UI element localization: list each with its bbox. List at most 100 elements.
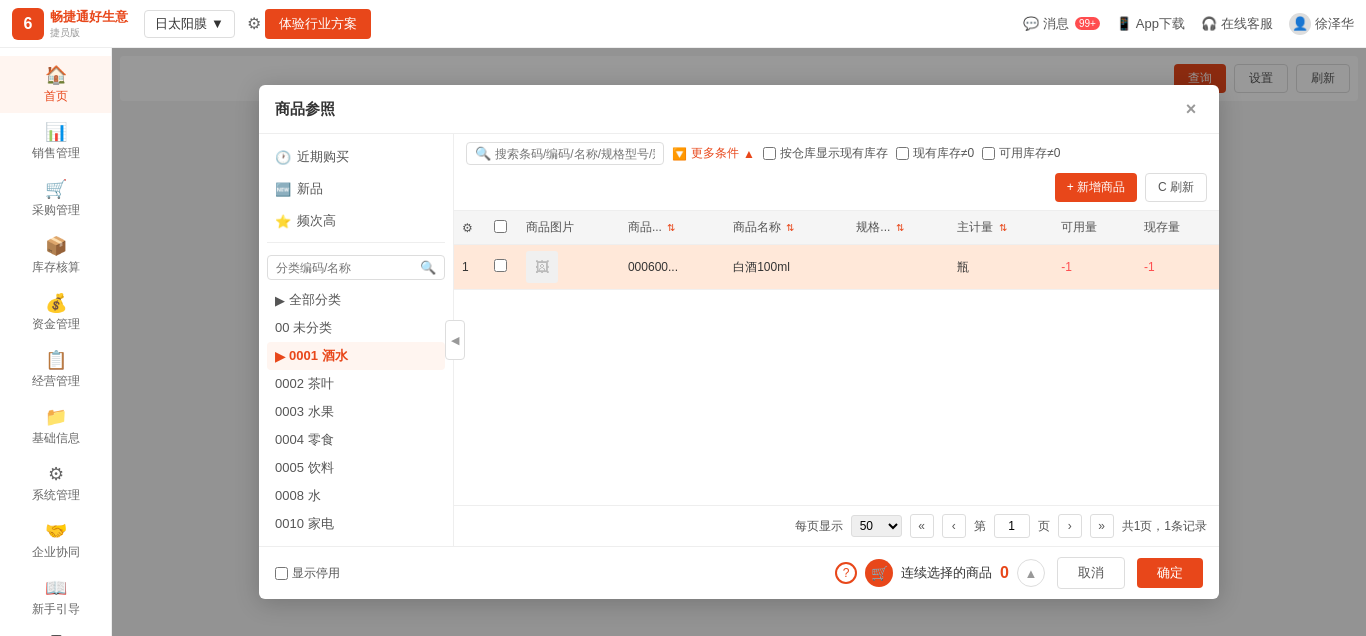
- show-disabled-checkbox[interactable]: [275, 567, 288, 580]
- sidebar-item-label: 企业协同: [32, 544, 80, 561]
- search-icon[interactable]: 🔍: [420, 260, 436, 275]
- refresh-button[interactable]: C 刷新: [1145, 173, 1207, 202]
- sidebar-item-sales[interactable]: 📊 销售管理: [0, 113, 111, 170]
- modal-toolbar: 🔍 🔽 更多条件 ▲ 按仓库显示现有库存: [454, 134, 1219, 211]
- col-settings[interactable]: ⚙: [454, 211, 486, 245]
- filter-icon: 🔽: [672, 147, 687, 161]
- modal-tab-frequent[interactable]: ⭐ 频次高: [267, 206, 445, 236]
- total-label: 共1页，1条记录: [1122, 518, 1207, 535]
- nav-dropdown[interactable]: 日太阳膜 ▼: [144, 10, 235, 38]
- nav-message[interactable]: 💬 消息 99+: [1023, 15, 1100, 33]
- confirm-button[interactable]: 确定: [1137, 558, 1203, 588]
- cell-unit: 瓶: [949, 245, 1053, 290]
- image-placeholder-icon: 🖼: [535, 259, 549, 275]
- tree-arrow-active: ▶: [275, 349, 285, 364]
- sidebar-item-purchase[interactable]: 🛒 采购管理: [0, 170, 111, 227]
- help-icon[interactable]: ?: [835, 562, 857, 584]
- tree-item-tea[interactable]: 0002 茶叶: [267, 370, 445, 398]
- table-settings-icon[interactable]: ⚙: [462, 221, 473, 235]
- modal-close-button[interactable]: ×: [1179, 97, 1203, 121]
- sidebar-item-home[interactable]: 🏠 首页: [0, 56, 111, 113]
- first-page-btn[interactable]: «: [910, 514, 934, 538]
- tree-item-all[interactable]: ▶ 全部分类: [267, 286, 445, 314]
- col-name[interactable]: 商品名称 ⇅: [725, 211, 848, 245]
- page-number-input[interactable]: [994, 514, 1030, 538]
- tree-item-appliance[interactable]: 0010 家电: [267, 510, 445, 538]
- cell-check[interactable]: [486, 245, 518, 290]
- tree-item-fruit[interactable]: 0003 水果: [267, 398, 445, 426]
- cell-name: 白酒100ml: [725, 245, 848, 290]
- modal-title: 商品参照: [275, 100, 335, 119]
- available-checkbox-label[interactable]: 可用库存≠0: [982, 145, 1060, 162]
- modal-right-panel: 🔍 🔽 更多条件 ▲ 按仓库显示现有库存: [454, 134, 1219, 546]
- nav-app-download[interactable]: 📱 App下载: [1116, 15, 1185, 33]
- tree-item-uncategorized[interactable]: 00 未分类: [267, 314, 445, 342]
- product-search-input[interactable]: [495, 147, 655, 161]
- select-all-checkbox[interactable]: [494, 220, 507, 233]
- table-row[interactable]: 1 🖼: [454, 245, 1219, 290]
- available-checkbox[interactable]: [982, 147, 995, 160]
- col-spec[interactable]: 规格... ⇅: [848, 211, 949, 245]
- sidebar-item-label: 库存核算: [32, 259, 80, 276]
- page-size-label: 每页显示: [795, 518, 843, 535]
- product-search-wrap[interactable]: 🔍: [466, 142, 664, 165]
- left-sidebar: 🏠 首页 📊 销售管理 🛒 采购管理 📦 库存核算 💰 资金管理 📋 经营管理 …: [0, 48, 112, 636]
- modal-tab-recent[interactable]: 🕐 近期购买: [267, 142, 445, 172]
- modal-left-search[interactable]: 🔍: [267, 255, 445, 280]
- new-icon: 🆕: [275, 182, 291, 197]
- cart-icon[interactable]: 🛒: [865, 559, 893, 587]
- nav-right: 💬 消息 99+ 📱 App下载 🎧 在线客服 👤 徐泽华: [1023, 13, 1354, 35]
- guide-icon: 📖: [45, 577, 67, 599]
- tree-item-beverage[interactable]: 0005 饮料: [267, 454, 445, 482]
- logo-icon: 6: [12, 8, 44, 40]
- col-available: 可用量: [1053, 211, 1136, 245]
- nav-customer-service[interactable]: 🎧 在线客服: [1201, 15, 1273, 33]
- sidebar-item-apps[interactable]: 📱 应用中心: [0, 626, 111, 636]
- page-size-select[interactable]: 20 50 100: [851, 515, 902, 537]
- next-page-btn[interactable]: ›: [1058, 514, 1082, 538]
- warehouse-checkbox-label[interactable]: 按仓库显示现有库存: [763, 145, 888, 162]
- sidebar-item-guide[interactable]: 📖 新手引导: [0, 569, 111, 626]
- message-badge: 99+: [1075, 17, 1100, 30]
- sidebar-item-inventory[interactable]: 📦 库存核算: [0, 227, 111, 284]
- tree-item-water[interactable]: 0008 水: [267, 482, 445, 510]
- user-avatar: 👤: [1289, 13, 1311, 35]
- warehouse-checkbox[interactable]: [763, 147, 776, 160]
- col-code[interactable]: 商品... ⇅: [620, 211, 725, 245]
- page-suffix: 页: [1038, 518, 1050, 535]
- stock-checkbox[interactable]: [896, 147, 909, 160]
- prev-page-btn[interactable]: ‹: [942, 514, 966, 538]
- category-search-input[interactable]: [276, 261, 416, 275]
- stock-checkbox-label[interactable]: 现有库存≠0: [896, 145, 974, 162]
- tree-item-snack[interactable]: 0004 零食: [267, 426, 445, 454]
- add-product-button[interactable]: + 新增商品: [1055, 173, 1137, 202]
- modal-tab-new[interactable]: 🆕 新品: [267, 174, 445, 204]
- trial-button[interactable]: 体验行业方案: [265, 9, 371, 39]
- gear-icon[interactable]: ⚙: [247, 14, 261, 33]
- content-area: 查询 设置 刷新 商品参照 × 🕐: [112, 48, 1366, 636]
- modal-footer: 显示停用 ? 🛒 连续选择的商品 0 ▲ 取消 确定: [259, 546, 1219, 599]
- filter-button[interactable]: 🔽 更多条件 ▲: [672, 145, 755, 162]
- sidebar-item-enterprise[interactable]: 🤝 企业协同: [0, 512, 111, 569]
- last-page-btn[interactable]: »: [1090, 514, 1114, 538]
- collapse-footer-btn[interactable]: ▲: [1017, 559, 1045, 587]
- product-thumbnail: 🖼: [526, 251, 558, 283]
- cell-stock: -1: [1136, 245, 1219, 290]
- col-unit[interactable]: 主计量 ⇅: [949, 211, 1053, 245]
- sidebar-item-label: 首页: [44, 88, 68, 105]
- show-disabled-label[interactable]: 显示停用: [275, 565, 340, 582]
- tree-item-liquor[interactable]: ▶ 0001 酒水: [267, 342, 445, 370]
- cancel-button[interactable]: 取消: [1057, 557, 1125, 589]
- sidebar-item-basic-info[interactable]: 📁 基础信息: [0, 398, 111, 455]
- collapse-panel-btn[interactable]: ◀: [445, 320, 465, 360]
- sidebar-item-system[interactable]: ⚙ 系统管理: [0, 455, 111, 512]
- sidebar-item-finance[interactable]: 💰 资金管理: [0, 284, 111, 341]
- sidebar-item-operations[interactable]: 📋 经营管理: [0, 341, 111, 398]
- row-checkbox[interactable]: [494, 259, 507, 272]
- dropdown-label: 日太阳膜: [155, 15, 207, 33]
- top-nav: 6 畅捷通好生意 捷员版 日太阳膜 ▼ ⚙ 体验行业方案 💬 消息 99+ 📱 …: [0, 0, 1366, 48]
- main-layout: 🏠 首页 📊 销售管理 🛒 采购管理 📦 库存核算 💰 资金管理 📋 经营管理 …: [0, 48, 1366, 636]
- sidebar-item-label: 资金管理: [32, 316, 80, 333]
- nav-user[interactable]: 👤 徐泽华: [1289, 13, 1354, 35]
- modal-overlay: 商品参照 × 🕐 近期购买 🆕: [112, 48, 1366, 636]
